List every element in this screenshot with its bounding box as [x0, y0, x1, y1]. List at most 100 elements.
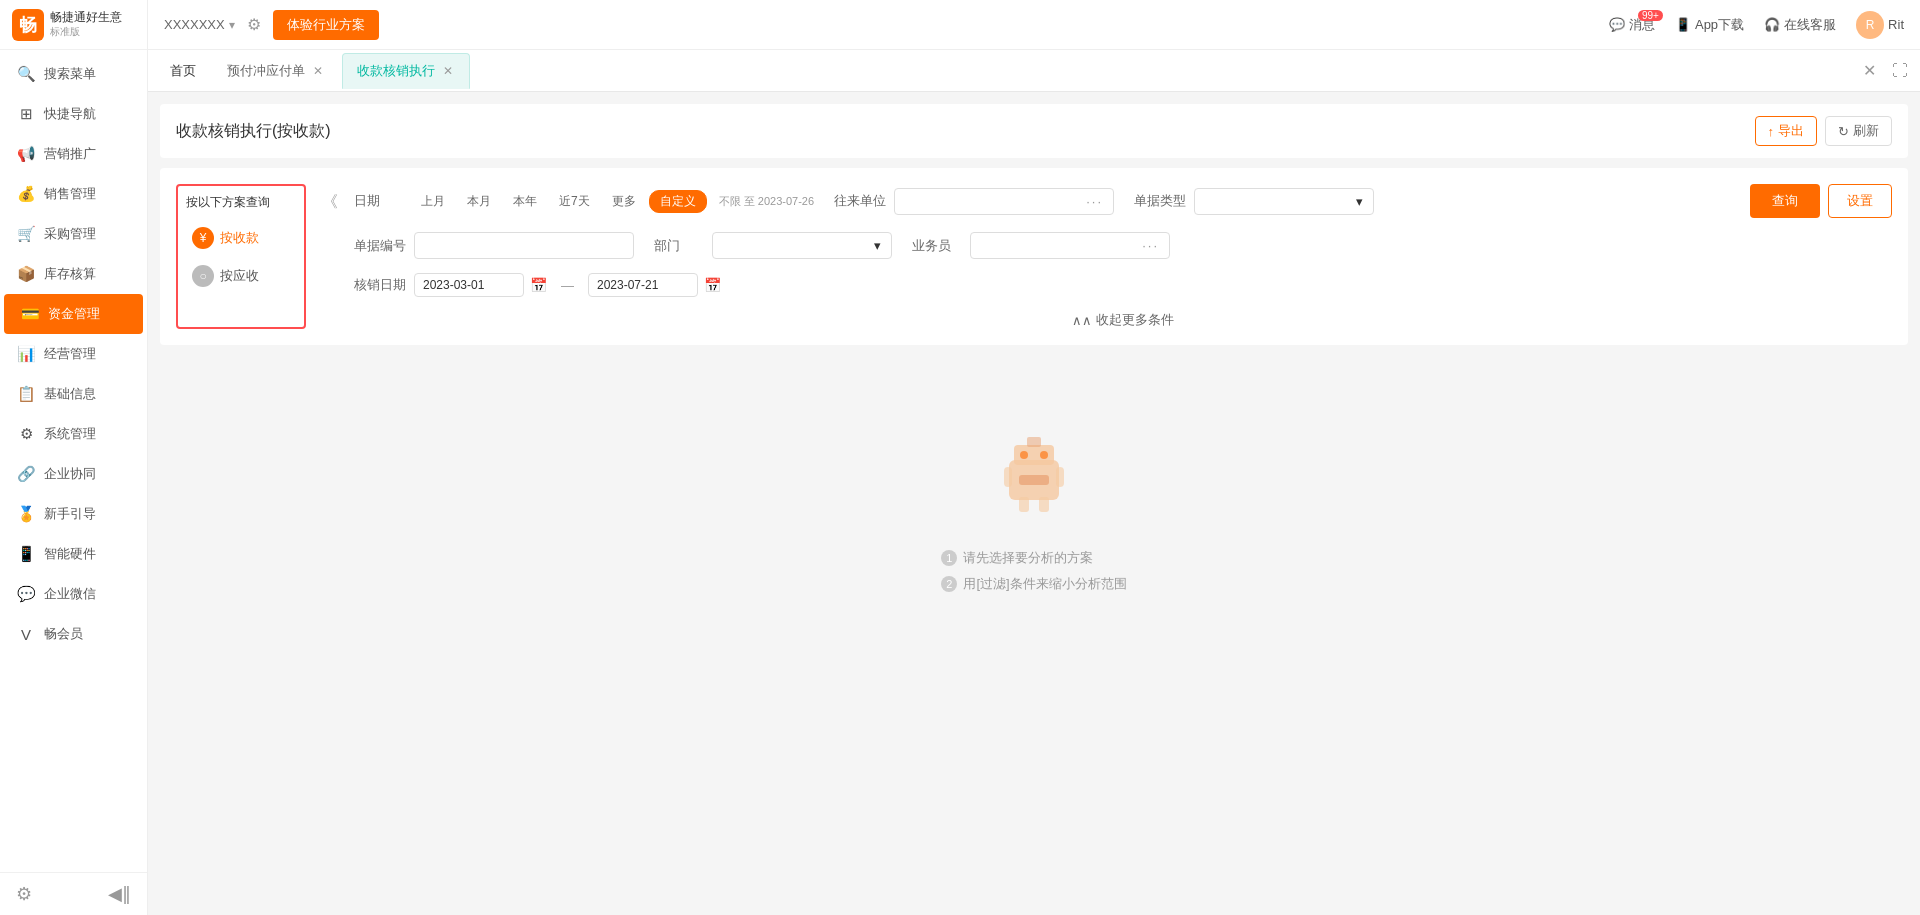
export-btn[interactable]: ↑ 导出 [1755, 116, 1818, 146]
sidebar-item-畅会员[interactable]: V畅会员 [0, 614, 147, 654]
nav-icon-0: 🔍 [16, 64, 36, 84]
nav-label-4: 采购管理 [44, 225, 96, 243]
date-label: 日期 [354, 192, 404, 210]
user-menu[interactable]: R Rit [1856, 11, 1904, 39]
gear-icon[interactable]: ⚙ [247, 15, 261, 34]
date-btn-custom[interactable]: 自定义 [649, 190, 707, 213]
nav-label-12: 智能硬件 [44, 545, 96, 563]
username: Rit [1888, 17, 1904, 32]
close-tab-btn[interactable]: ✕ [1859, 57, 1880, 84]
company-selector[interactable]: XXXXXXX ▾ [164, 17, 235, 32]
calendar-end-icon[interactable]: 📅 [704, 277, 721, 293]
collapse-sidebar-btn[interactable]: ◀‖ [108, 883, 131, 905]
expand-tab-btn[interactable]: ⛶ [1888, 58, 1912, 84]
date-btn-this-year[interactable]: 本年 [504, 190, 546, 213]
doc-type-select[interactable]: ▾ [1194, 188, 1374, 215]
receivable-icon: ○ [192, 265, 214, 287]
query-btn[interactable]: 查询 [1750, 184, 1820, 218]
filter-sidebar-title: 按以下方案查询 [186, 194, 296, 211]
collapse-filter-btn[interactable]: 《 [318, 188, 342, 217]
step-1-num: 1 [941, 550, 957, 566]
logo-sub: 标准版 [50, 25, 122, 39]
sidebar-item-基础信息[interactable]: 📋 基础信息 [0, 374, 147, 414]
chevron-down-dept: ▾ [874, 238, 881, 253]
date-btn-7days[interactable]: 近7天 [550, 190, 599, 213]
verif-date-start-group: 📅 [414, 273, 547, 297]
sidebar-item-快捷导航[interactable]: ⊞ 快捷导航 [0, 94, 147, 134]
doc-type-label: 单据类型 [1134, 192, 1186, 210]
industry-btn[interactable]: 体验行业方案 [273, 10, 379, 40]
nav-label-1: 快捷导航 [44, 105, 96, 123]
doc-num-input[interactable] [414, 232, 634, 259]
message-btn[interactable]: 💬 消息 99+ [1609, 16, 1655, 34]
nav-label-8: 基础信息 [44, 385, 96, 403]
topbar: XXXXXXX ▾ ⚙ 体验行业方案 💬 消息 99+ 📱 App下载 🎧 在线… [148, 0, 1920, 50]
nav-icon-6: 💳 [20, 304, 40, 324]
tab-close-1[interactable]: ✕ [311, 62, 325, 80]
empty-tip-1-text: 请先选择要分析的方案 [963, 545, 1093, 571]
svg-point-2 [1020, 451, 1028, 459]
nav-label-0: 搜索菜单 [44, 65, 96, 83]
partner-label: 往来单位 [834, 192, 886, 210]
doc-type-field: 单据类型 ▾ [1134, 188, 1374, 215]
filter-option-by-receipt[interactable]: ¥ 按收款 [186, 219, 296, 257]
sidebar-item-搜索菜单[interactable]: 🔍 搜索菜单 [0, 54, 147, 94]
staff-select[interactable]: ··· [970, 232, 1170, 259]
sidebar-item-库存核算[interactable]: 📦库存核算 [0, 254, 147, 294]
doc-num-label: 单据编号 [354, 237, 406, 255]
empty-tips: 1 请先选择要分析的方案 2 用[过滤]条件来缩小分析范围 [941, 545, 1126, 597]
sidebar-item-销售管理[interactable]: 💰销售管理 [0, 174, 147, 214]
empty-tip-2: 2 用[过滤]条件来缩小分析范围 [941, 571, 1126, 597]
sidebar-item-营销推广[interactable]: 📢营销推广 [0, 134, 147, 174]
partner-select[interactable]: ··· [894, 188, 1114, 215]
calendar-start-icon[interactable]: 📅 [530, 277, 547, 293]
date-btn-this-month[interactable]: 本月 [458, 190, 500, 213]
svg-rect-9 [1027, 437, 1041, 447]
sidebar-item-企业协同[interactable]: 🔗企业协同 [0, 454, 147, 494]
verif-date-end-input[interactable] [588, 273, 698, 297]
nav-icon-8: 📋 [16, 384, 36, 404]
sidebar-item-新手引导[interactable]: 🏅新手引导 [0, 494, 147, 534]
sidebar-item-资金管理[interactable]: 💳资金管理 [4, 294, 143, 334]
sidebar-bottom: ⚙ ◀‖ [0, 872, 147, 915]
svg-rect-7 [1019, 497, 1029, 512]
settings-icon[interactable]: ⚙ [16, 883, 32, 905]
date-btn-last-month[interactable]: 上月 [412, 190, 454, 213]
logo: 畅 畅捷通好生意 标准版 [0, 0, 147, 50]
sidebar-item-采购管理[interactable]: 🛒 采购管理 [0, 214, 147, 254]
page-actions: ↑ 导出 ↻ 刷新 [1755, 116, 1893, 146]
date-quick-btns: 上月 本月 本年 近7天 更多 自定义 [412, 190, 707, 213]
nav-icon-1: ⊞ [16, 104, 36, 124]
sidebar-item-经营管理[interactable]: 📊经营管理 [0, 334, 147, 374]
service-btn[interactable]: 🎧 在线客服 [1764, 16, 1836, 34]
verif-date-start-input[interactable] [414, 273, 524, 297]
collapse-more-btn[interactable]: ∧∧ 收起更多条件 [354, 311, 1892, 329]
app-label: App下载 [1695, 16, 1744, 34]
message-icon: 💬 [1609, 17, 1625, 32]
sidebar-item-智能硬件[interactable]: 📱智能硬件 [0, 534, 147, 574]
filter-panel: 按以下方案查询 ¥ 按收款 ○ 按应收 《 日期 [160, 168, 1908, 345]
nav-label-11: 新手引导 [44, 505, 96, 523]
nav-icon-4: 🛒 [16, 224, 36, 244]
date-btn-more[interactable]: 更多 [603, 190, 645, 213]
filter-option-by-receivable[interactable]: ○ 按应收 [186, 257, 296, 295]
tab-close-2[interactable]: ✕ [441, 62, 455, 80]
nav-label-10: 企业协同 [44, 465, 96, 483]
headset-icon: 🎧 [1764, 17, 1780, 32]
sidebar-item-企业微信[interactable]: 💬企业微信 [0, 574, 147, 614]
tab-2[interactable]: 收款核销执行✕ [342, 53, 470, 89]
company-name: XXXXXXX [164, 17, 225, 32]
tab-home[interactable]: 首页 [156, 53, 210, 89]
dept-select[interactable]: ▾ [712, 232, 892, 259]
verif-date-end-group: 📅 [588, 273, 721, 297]
setting-btn[interactable]: 设置 [1828, 184, 1892, 218]
sidebar-item-系统管理[interactable]: ⚙系统管理 [0, 414, 147, 454]
tab-1[interactable]: 预付冲应付单✕ [212, 53, 340, 89]
page-title: 收款核销执行(按收款) [176, 121, 331, 142]
app-download-btn[interactable]: 📱 App下载 [1675, 16, 1744, 34]
svg-rect-8 [1039, 497, 1049, 512]
filter-sidebar: 按以下方案查询 ¥ 按收款 ○ 按应收 [176, 184, 306, 329]
verif-date-label: 核销日期 [354, 276, 406, 294]
logo-icon: 畅 [12, 9, 44, 41]
refresh-btn[interactable]: ↻ 刷新 [1825, 116, 1892, 146]
